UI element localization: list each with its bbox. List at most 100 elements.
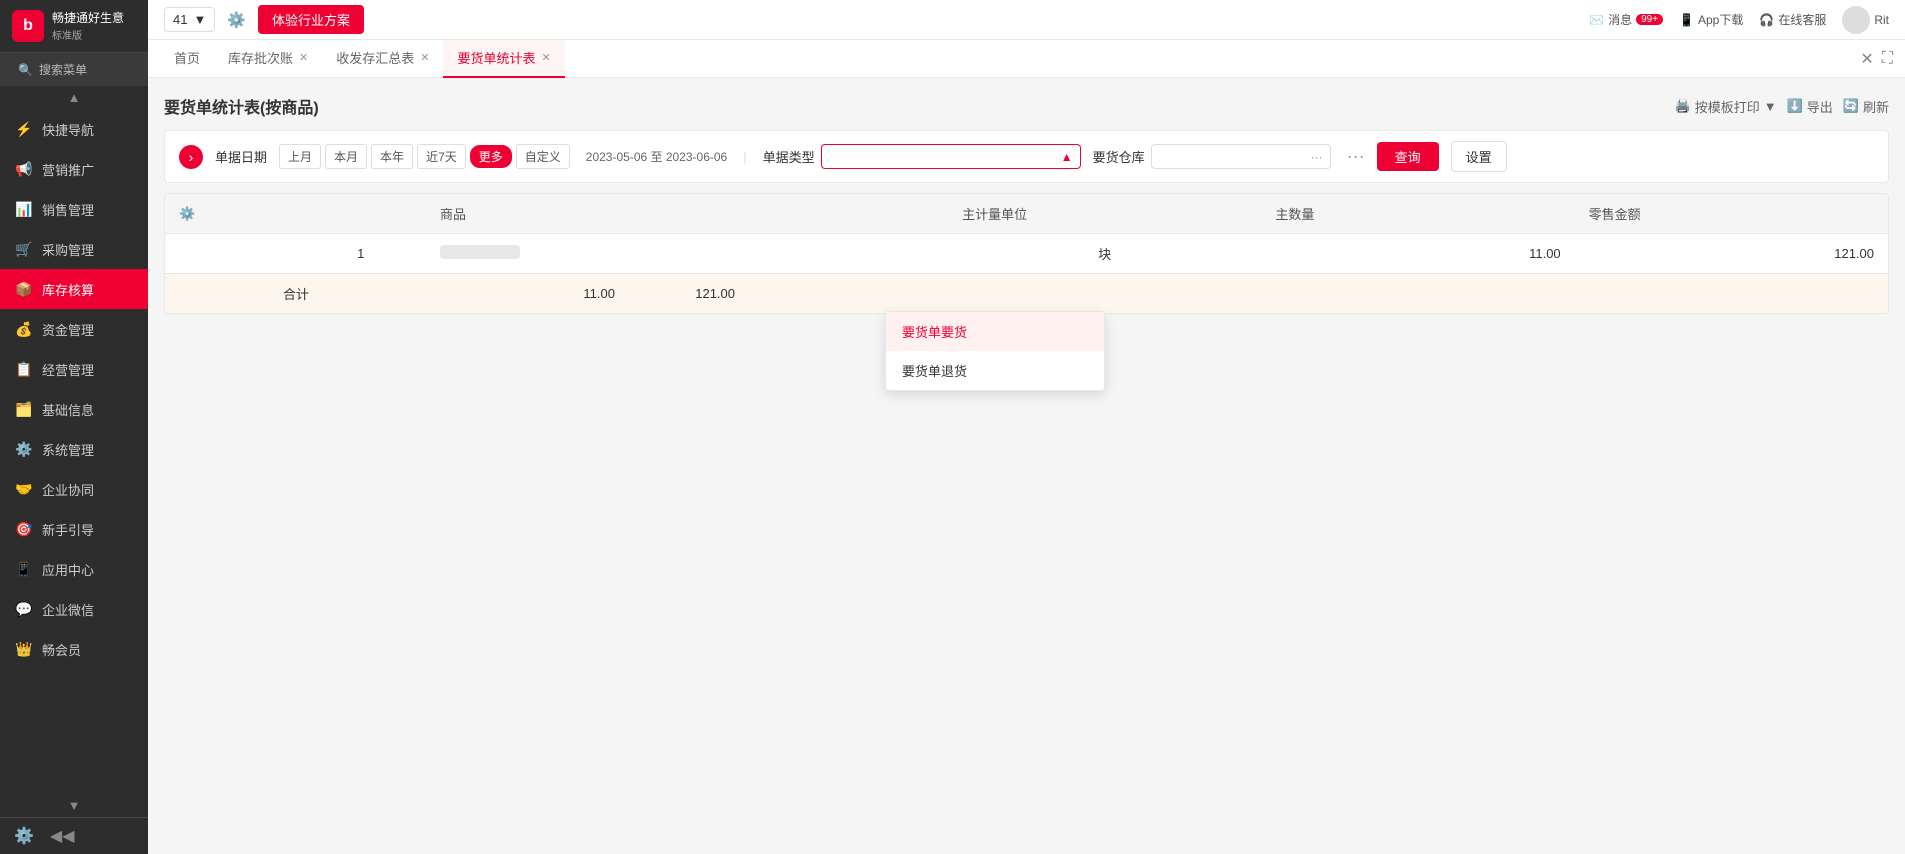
dropdown-item-order[interactable]: 要货单要货: [886, 312, 1104, 351]
table: ⚙️ 商品 主计量单位 主数量 零售金额 1: [165, 194, 1888, 273]
tab-expand-icon[interactable]: ⛶: [1882, 50, 1893, 68]
sidebar-item-inventory[interactable]: 📦 库存核算: [0, 269, 148, 309]
store-chevron-icon: ▼: [193, 12, 206, 27]
tab-home-label: 首页: [174, 48, 200, 67]
tab-batch-close-icon[interactable]: ✕: [299, 51, 308, 64]
sidebar-item-label: 企业微信: [42, 600, 94, 619]
print-chevron-icon: ▼: [1764, 99, 1777, 114]
tab-close-all-icon[interactable]: ✕: [1860, 49, 1873, 69]
sidebar: b 畅捷通好生意 标准版 🔍 搜索菜单 ▲ ⚡ 快捷导航 📢 营销推广 📊 销售…: [0, 0, 148, 854]
date-btn-custom[interactable]: 自定义: [516, 144, 570, 169]
scroll-up-button[interactable]: ▲: [0, 86, 148, 109]
type-input[interactable]: [821, 144, 1081, 169]
message-label: 消息: [1608, 11, 1632, 28]
base-icon: 🗂️: [14, 399, 34, 419]
sidebar-item-app-center[interactable]: 📱 应用中心: [0, 549, 148, 589]
export-button[interactable]: ⬇️ 导出: [1787, 97, 1833, 116]
sidebar-item-guide[interactable]: 🎯 新手引导: [0, 509, 148, 549]
dropdown-item-return[interactable]: 要货单退货: [886, 351, 1104, 390]
sidebar-item-label: 企业协同: [42, 480, 94, 499]
sidebar-item-label: 应用中心: [42, 560, 94, 579]
date-range: 2023-05-06 至 2023-06-06: [586, 148, 727, 165]
app-icon: 📱: [1679, 13, 1694, 27]
page-title: 要货单统计表(按商品): [164, 94, 319, 118]
refresh-button[interactable]: 🔄 刷新: [1843, 97, 1889, 116]
warehouse-more-icon[interactable]: ···: [1311, 150, 1323, 164]
message-action[interactable]: ✉️ 消息 99+: [1589, 11, 1663, 28]
date-btn-last-month[interactable]: 上月: [279, 144, 321, 169]
sidebar-item-sales[interactable]: 📊 销售管理: [0, 189, 148, 229]
store-selector[interactable]: 41 ▼: [164, 7, 215, 32]
sidebar-item-base[interactable]: 🗂️ 基础信息: [0, 389, 148, 429]
sidebar-item-label: 基础信息: [42, 400, 94, 419]
filter-expand-button[interactable]: ›: [179, 145, 203, 169]
sidebar-item-finance[interactable]: 💰 资金管理: [0, 309, 148, 349]
date-buttons: 上月 本月 本年 近7天 更多 自定义: [279, 144, 570, 169]
search-icon: 🔍: [18, 63, 33, 77]
sidebar-item-operations[interactable]: 📋 经营管理: [0, 349, 148, 389]
warehouse-filter-field: 要货仓库 ···: [1093, 144, 1331, 169]
sidebar-item-label: 销售管理: [42, 200, 94, 219]
footer-amount: 121.00: [629, 286, 749, 301]
sidebar-item-system[interactable]: ⚙️ 系统管理: [0, 429, 148, 469]
marketing-icon: 📢: [14, 159, 34, 179]
sidebar-item-enterprise[interactable]: 🤝 企业协同: [0, 469, 148, 509]
app-label: App下载: [1698, 11, 1743, 28]
type-label: 单据类型: [763, 147, 815, 166]
sidebar-item-label: 资金管理: [42, 320, 94, 339]
user-action[interactable]: Rit: [1842, 6, 1889, 34]
date-btn-last-7-days[interactable]: 近7天: [417, 144, 466, 169]
date-btn-this-year[interactable]: 本年: [371, 144, 413, 169]
operations-icon: 📋: [14, 359, 34, 379]
filter-more-button[interactable]: ···: [1347, 146, 1365, 167]
tab-order-stats-close-icon[interactable]: ✕: [542, 51, 551, 64]
user-name: Rit: [1874, 13, 1889, 27]
tab-batch-label: 库存批次账: [228, 48, 293, 67]
tab-home[interactable]: 首页: [160, 40, 214, 78]
sidebar-item-member[interactable]: 👑 畅会员: [0, 629, 148, 669]
sidebar-collapse-icon[interactable]: ◀◀: [50, 826, 75, 846]
filter-bar: › 单据日期 上月 本月 本年 近7天 更多 自定义 2023-05-06 至 …: [164, 130, 1889, 183]
table-settings-button[interactable]: 设置: [1451, 141, 1507, 172]
table-header-row: ⚙️ 商品 主计量单位 主数量 零售金额: [165, 194, 1888, 234]
warehouse-input[interactable]: [1151, 144, 1331, 169]
sidebar-item-label: 快捷导航: [42, 120, 94, 139]
th-settings[interactable]: ⚙️: [165, 194, 296, 234]
sidebar-item-quick-nav[interactable]: ⚡ 快捷导航: [0, 109, 148, 149]
print-button[interactable]: 🖨️ 按模板打印 ▼: [1675, 97, 1777, 116]
table-row: 1 块 11.00 121.00: [165, 234, 1888, 274]
service-action[interactable]: 🎧 在线客服: [1759, 11, 1826, 28]
date-btn-more[interactable]: 更多: [470, 145, 512, 168]
trial-button[interactable]: 体验行业方案: [258, 5, 364, 34]
data-table: ⚙️ 商品 主计量单位 主数量 零售金额 1: [164, 193, 1889, 314]
tab-batch[interactable]: 库存批次账 ✕: [214, 40, 322, 78]
sidebar-item-marketing[interactable]: 📢 营销推广: [0, 149, 148, 189]
date-btn-this-month[interactable]: 本月: [325, 144, 367, 169]
wechat-icon: 💬: [14, 599, 34, 619]
date-label: 单据日期: [215, 147, 267, 166]
message-icon: ✉️: [1589, 13, 1604, 27]
enterprise-icon: 🤝: [14, 479, 34, 499]
tab-order-stats[interactable]: 要货单统计表 ✕: [443, 40, 564, 78]
print-icon: 🖨️: [1675, 98, 1691, 114]
sidebar-item-label: 营销推广: [42, 160, 94, 179]
tab-collect[interactable]: 收发存汇总表 ✕: [322, 40, 443, 78]
td-amount: 121.00: [1575, 234, 1888, 274]
sidebar-item-wechat[interactable]: 💬 企业微信: [0, 589, 148, 629]
service-icon: 🎧: [1759, 13, 1774, 27]
type-chevron-up-icon[interactable]: ▲: [1061, 150, 1073, 164]
sidebar-search[interactable]: 🔍 搜索菜单: [0, 53, 148, 86]
purchase-icon: 🛒: [14, 239, 34, 259]
sidebar-settings-icon[interactable]: ⚙️: [14, 826, 34, 846]
table-settings-icon: ⚙️: [179, 206, 195, 221]
scroll-down-button[interactable]: ▼: [0, 794, 148, 817]
sidebar-item-purchase[interactable]: 🛒 采购管理: [0, 229, 148, 269]
app-download-action[interactable]: 📱 App下载: [1679, 11, 1743, 28]
query-button[interactable]: 查询: [1377, 142, 1439, 171]
product-placeholder: [440, 245, 520, 259]
header-gear-icon[interactable]: ⚙️: [227, 11, 246, 29]
tab-collect-close-icon[interactable]: ✕: [420, 51, 429, 64]
td-index: 1: [296, 234, 427, 274]
guide-icon: 🎯: [14, 519, 34, 539]
inventory-icon: 📦: [14, 279, 34, 299]
